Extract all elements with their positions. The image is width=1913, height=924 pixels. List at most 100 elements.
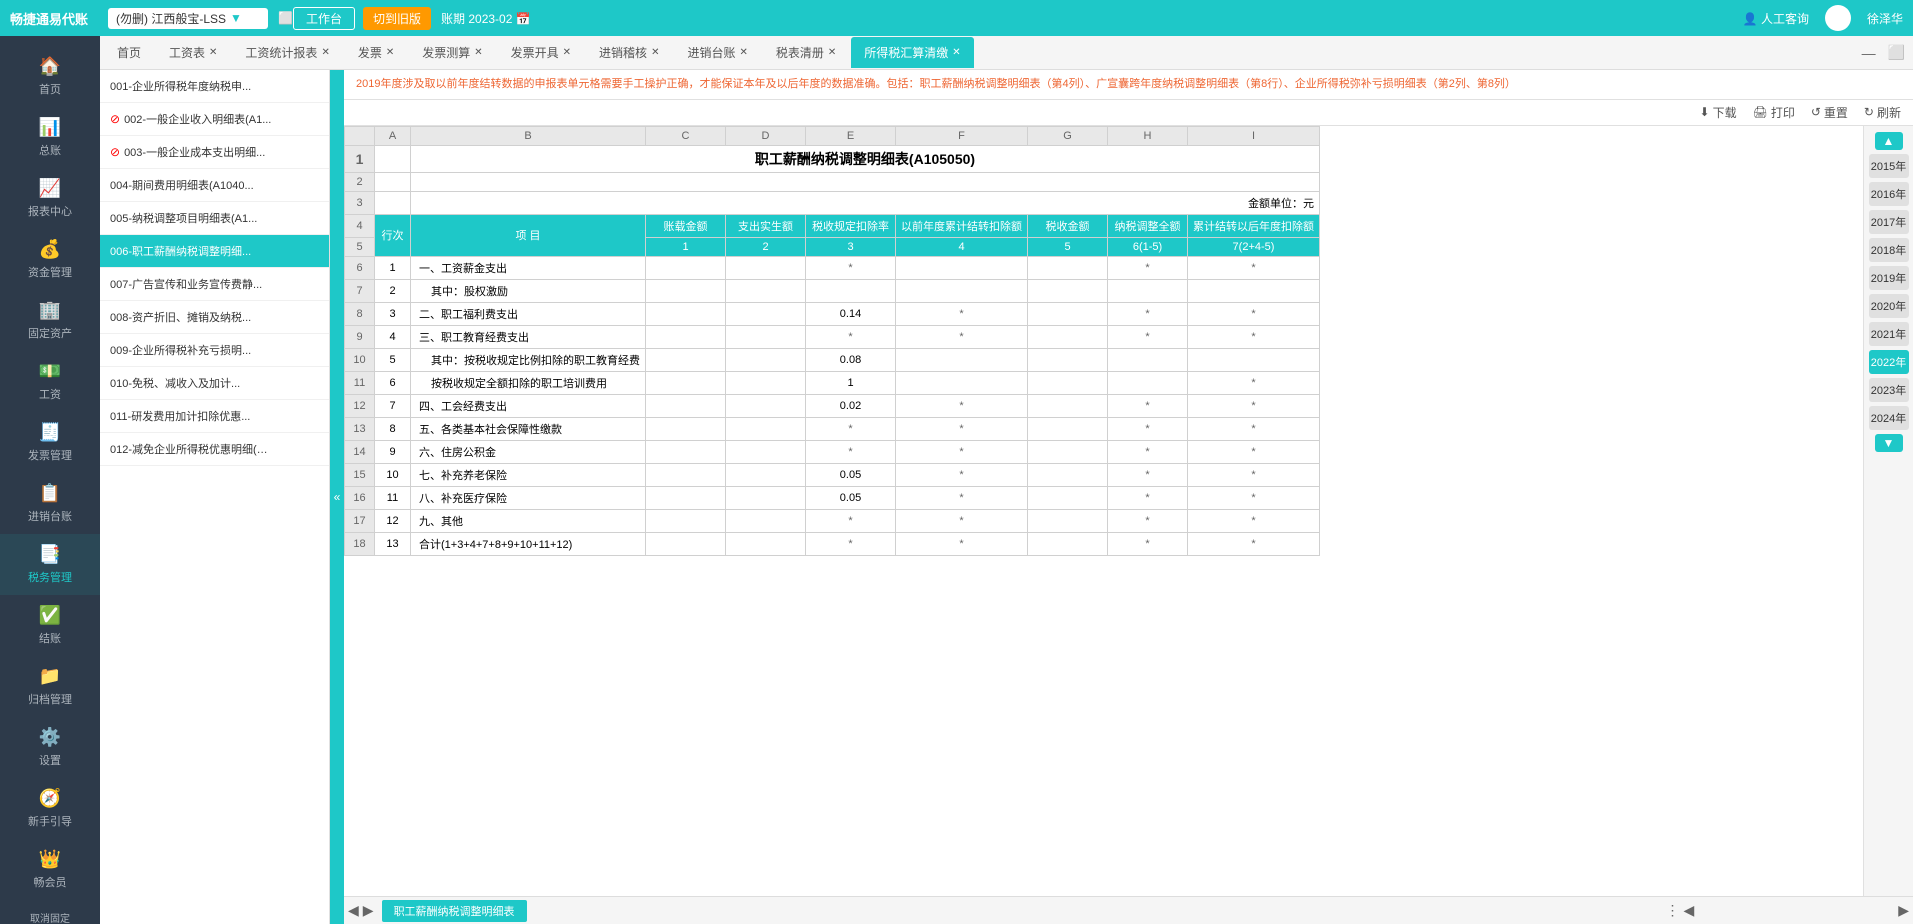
- tab-close-invoice[interactable]: ✕: [386, 47, 394, 58]
- tab-purchase-check[interactable]: 进销稽核 ✕: [586, 37, 672, 68]
- app-logo: 畅捷通易代账: [10, 9, 88, 28]
- year-2024[interactable]: 2024年: [1869, 406, 1909, 430]
- more-icon[interactable]: ⋮: [1665, 902, 1679, 919]
- form-item-009[interactable]: 009-企业所得税补充亏损明...: [100, 334, 329, 367]
- tab-close-tax-register[interactable]: ✕: [828, 47, 836, 58]
- tab-close-salary-report[interactable]: ✕: [321, 47, 329, 58]
- support-btn[interactable]: 👤 人工客询: [1743, 10, 1809, 27]
- bottom-sheet-tab[interactable]: 职工薪酬纳税调整明细表: [382, 900, 527, 922]
- form-012-label: 012-减免企业所得税优惠明细(…: [110, 441, 268, 457]
- year-2021[interactable]: 2021年: [1869, 322, 1909, 346]
- tab-income-tax[interactable]: 所得税汇算清缴 ✕: [851, 37, 973, 68]
- year-2020[interactable]: 2020年: [1869, 294, 1909, 318]
- print-button[interactable]: 🖨 打印: [1753, 104, 1795, 121]
- warning-text: 2019年度涉及取以前年度结转数据的申报表单元格需要手工操护正确，才能保证本年及…: [356, 78, 1516, 90]
- topbar-right: 👤 人工客询 徐泽华: [1743, 5, 1903, 31]
- header-row: 4 行次 项 目 账载金额 支出实生额 税收规定扣除率 以前年度累计结转扣除额 …: [345, 214, 1320, 237]
- tab-invoice-open[interactable]: 发票开具 ✕: [498, 37, 584, 68]
- table-row: 11 6 按税收规定全额扣除的职工培训费用 1 *: [345, 371, 1320, 394]
- copy-icon[interactable]: ⬜: [278, 11, 293, 25]
- sidebar-item-ledger[interactable]: 📊 总账: [0, 107, 100, 168]
- form-item-010[interactable]: 010-免税、减收入及加计...: [100, 367, 329, 400]
- sidebar-item-home[interactable]: 🏠 首页: [0, 46, 100, 107]
- sidebar-item-tax[interactable]: 📑 税务管理: [0, 534, 100, 595]
- form-item-005[interactable]: 005-纳税调整项目明细表(A1...: [100, 202, 329, 235]
- year-2019[interactable]: 2019年: [1869, 266, 1909, 290]
- empty-row-2: 2: [345, 172, 1320, 191]
- form-010-label: 010-免税、减收入及加计...: [110, 375, 240, 391]
- sidebar-item-sales[interactable]: 📋 进销台账: [0, 473, 100, 534]
- scroll-right-icon[interactable]: ▶: [1898, 902, 1909, 919]
- reset-button[interactable]: ↺ 重置: [1811, 104, 1848, 121]
- sheet-prev-button[interactable]: ◀: [348, 902, 359, 919]
- form-item-011[interactable]: 011-研发费用加计扣除优惠...: [100, 400, 329, 433]
- sidebar-label-ledger: 总账: [39, 142, 61, 158]
- topbar: 畅捷通易代账 (勿删) 江西般宝-LSS ▼ ⬜ 工作台 切到旧版 账期 202…: [0, 0, 1913, 36]
- spreadsheet-container[interactable]: A B C D E F G H I: [344, 126, 1863, 897]
- sidebar-cancel-fixed[interactable]: 取消固定: [0, 900, 100, 924]
- sidebar-item-settings[interactable]: ⚙️ 设置: [0, 717, 100, 778]
- sidebar-item-member[interactable]: 👑 畅会员: [0, 839, 100, 900]
- tab-close-salary[interactable]: ✕: [209, 47, 217, 58]
- refresh-button[interactable]: ↻ 刷新: [1864, 104, 1901, 121]
- header-c4: 以前年度累计结转扣除额: [896, 214, 1028, 237]
- subhdr-c1: 1: [646, 237, 726, 256]
- sidebar-item-reports[interactable]: 📈 报表中心: [0, 168, 100, 229]
- collapse-button[interactable]: «: [330, 70, 344, 924]
- form-item-001[interactable]: 001-企业所得税年度纳税申...: [100, 70, 329, 103]
- form-item-006[interactable]: 006-职工薪酬纳税调整明细...: [100, 235, 329, 268]
- company-selector[interactable]: (勿删) 江西般宝-LSS ▼: [108, 8, 268, 29]
- maximize-button[interactable]: ⬜: [1884, 42, 1909, 63]
- tab-close-purchase-ledger[interactable]: ✕: [739, 47, 747, 58]
- tab-close-invoice-calc[interactable]: ✕: [474, 47, 482, 58]
- switch-button[interactable]: 切到旧版: [363, 7, 431, 30]
- download-button[interactable]: ⬇ 下载: [1700, 104, 1737, 121]
- sidebar-item-archive[interactable]: 📁 归档管理: [0, 656, 100, 717]
- sheet-next-button[interactable]: ▶: [363, 902, 374, 919]
- tab-home[interactable]: 首页: [104, 37, 154, 68]
- year-2015[interactable]: 2015年: [1869, 154, 1909, 178]
- col-F: F: [896, 126, 1028, 145]
- form-item-007[interactable]: 007-广告宣传和业务宣传费静...: [100, 268, 329, 301]
- col-C: C: [646, 126, 726, 145]
- tab-tax-register[interactable]: 税表清册 ✕: [763, 37, 849, 68]
- tab-close-income-tax[interactable]: ✕: [952, 47, 960, 58]
- tab-close-invoice-open[interactable]: ✕: [563, 47, 571, 58]
- sidebar-item-funds[interactable]: 💰 资金管理: [0, 229, 100, 290]
- year-2016[interactable]: 2016年: [1869, 182, 1909, 206]
- tab-salary-report[interactable]: 工资统计报表 ✕: [232, 37, 342, 68]
- year-2022[interactable]: 2022年: [1869, 350, 1909, 374]
- year-2018[interactable]: 2018年: [1869, 238, 1909, 262]
- warning-banner: 2019年度涉及取以前年度结转数据的申报表单元格需要手工操护正确，才能保证本年及…: [344, 70, 1913, 100]
- form-item-008[interactable]: 008-资产折旧、摊销及纳税...: [100, 301, 329, 334]
- salary-icon: 💵: [39, 361, 61, 382]
- year-down-button[interactable]: ▼: [1875, 434, 1903, 452]
- spreadsheet: A B C D E F G H I: [344, 126, 1320, 556]
- minimize-button[interactable]: —: [1858, 42, 1880, 63]
- year-2023[interactable]: 2023年: [1869, 378, 1909, 402]
- sidebar-item-guide[interactable]: 🧭 新手引导: [0, 778, 100, 839]
- sidebar-item-close[interactable]: ✅ 结账: [0, 595, 100, 656]
- tab-purchase-ledger[interactable]: 进销台账 ✕: [674, 37, 760, 68]
- tab-salary[interactable]: 工资表 ✕: [156, 37, 230, 68]
- invoice-icon: 🧾: [39, 422, 61, 443]
- sidebar-item-salary[interactable]: 💵 工资: [0, 351, 100, 412]
- table-row: 7 2 其中：股权激励: [345, 279, 1320, 302]
- tab-close-purchase-check[interactable]: ✕: [651, 47, 659, 58]
- form-item-003[interactable]: ⊘ 003-一般企业成本支出明细...: [100, 136, 329, 169]
- form-item-012[interactable]: 012-减免企业所得税优惠明细(…: [100, 433, 329, 466]
- year-up-button[interactable]: ▲: [1875, 132, 1903, 150]
- company-dropdown-icon[interactable]: ▼: [230, 11, 242, 25]
- scroll-left-icon[interactable]: ◀: [1683, 902, 1694, 919]
- tab-invoice[interactable]: 发票 ✕: [345, 37, 407, 68]
- funds-icon: 💰: [39, 239, 61, 260]
- year-panel: ▲ 2015年 2016年 2017年 2018年 2019年 2020年 20…: [1863, 126, 1913, 897]
- form-item-002[interactable]: ⊘ 002-一般企业收入明细表(A1...: [100, 103, 329, 136]
- year-2017[interactable]: 2017年: [1869, 210, 1909, 234]
- tab-invoice-calc[interactable]: 发票测算 ✕: [409, 37, 495, 68]
- col-G: G: [1028, 126, 1108, 145]
- sidebar-item-invoice[interactable]: 🧾 发票管理: [0, 412, 100, 473]
- workbench-button[interactable]: 工作台: [293, 7, 355, 30]
- sidebar-item-assets[interactable]: 🏢 固定资产: [0, 290, 100, 351]
- form-item-004[interactable]: 004-期间费用明细表(A1040...: [100, 169, 329, 202]
